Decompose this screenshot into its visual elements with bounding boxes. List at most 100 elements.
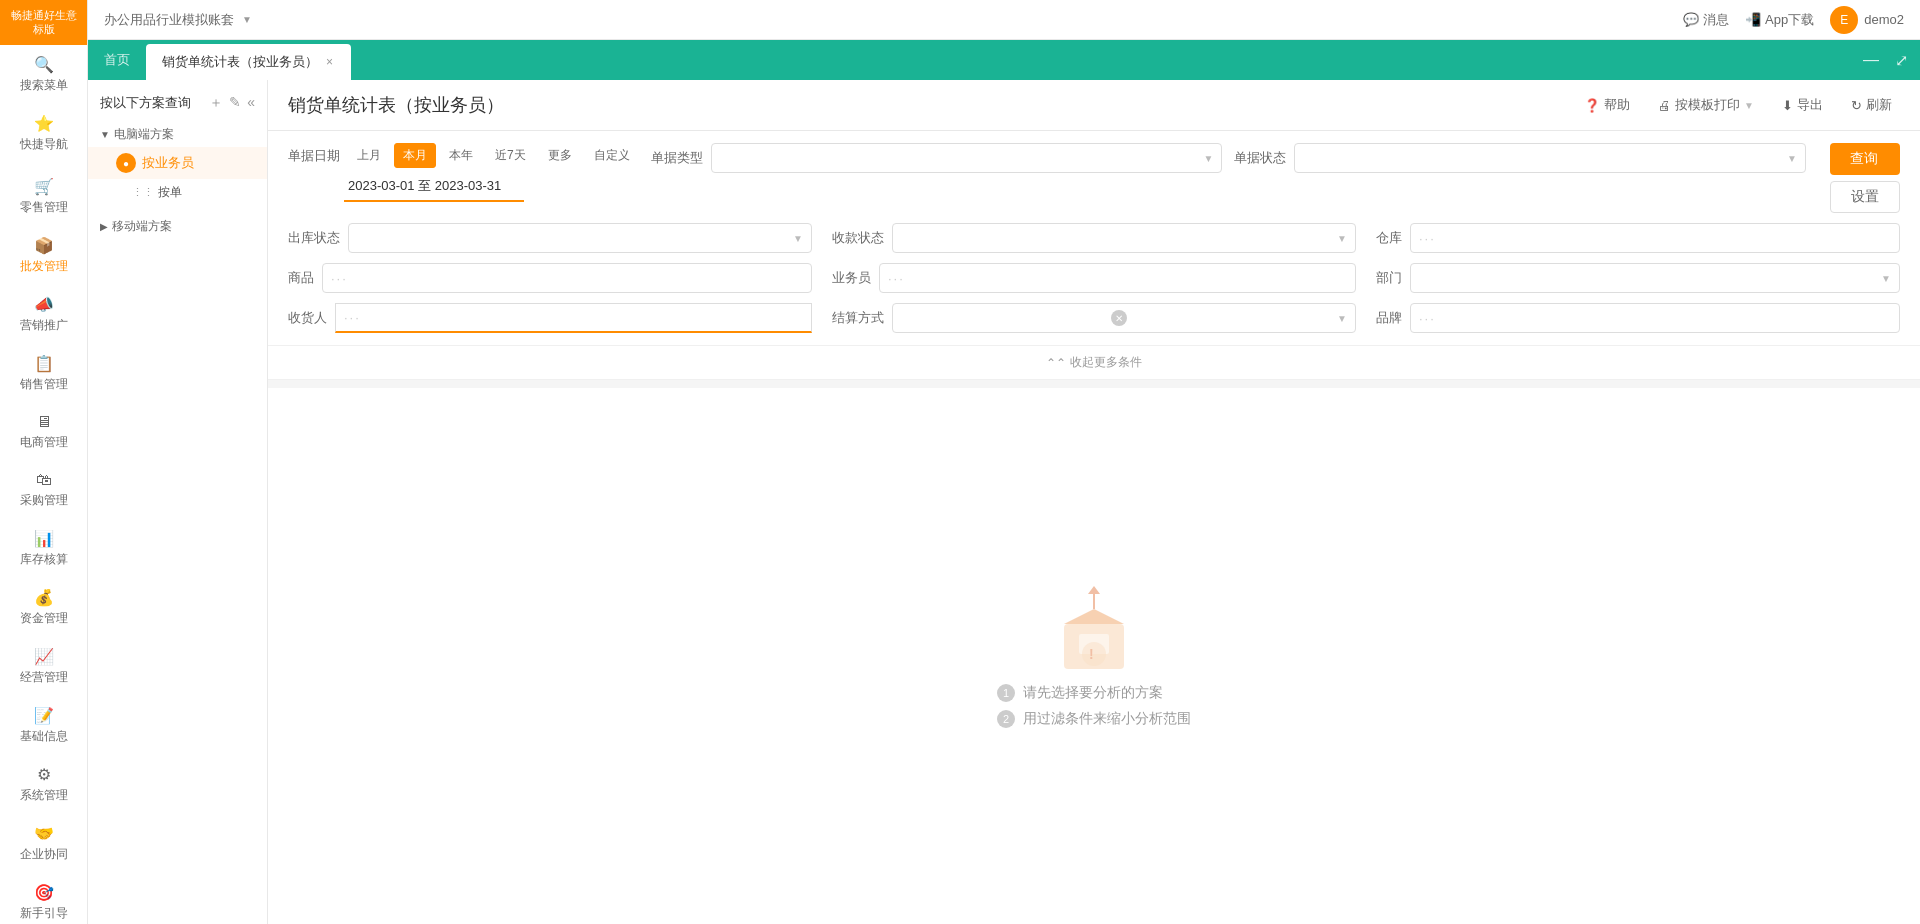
sidebar-item-quicknav[interactable]: ⭐ 快捷导航 [0, 104, 87, 163]
svg-marker-1 [1064, 609, 1124, 624]
panel-header-icons: ＋ ✎ « [209, 94, 255, 112]
app-logo: 畅捷通好生意 标版 [11, 8, 77, 37]
receipt-status-label: 收款状态 [832, 229, 884, 247]
date-tab-this-month[interactable]: 本月 [394, 143, 436, 168]
out-status-select[interactable]: ▼ [348, 223, 812, 253]
page-actions: ❓ 帮助 🖨 按模板打印 ▼ ⬇ 导出 ↻ [1576, 92, 1900, 118]
salesperson-select[interactable]: ··· [879, 263, 1356, 293]
help-btn[interactable]: ❓ 帮助 [1576, 92, 1638, 118]
tabbar-minimize-icon[interactable]: — [1859, 47, 1883, 73]
topbar-left: 办公用品行业模拟账套 ▼ [104, 11, 252, 29]
sidebar-item-label: 电商管理 [20, 434, 68, 451]
sidebar-item-wholesale[interactable]: 📦 批发管理 [0, 226, 87, 285]
collapse-text[interactable]: ⌃⌃ 收起更多条件 [1046, 354, 1142, 371]
sidebar-item-basic[interactable]: 📝 基础信息 [0, 696, 87, 755]
payment-method-select[interactable]: ✕ ▼ [892, 303, 1356, 333]
receiver-input[interactable]: ··· [335, 303, 812, 333]
warehouse-dots: ··· [1419, 231, 1436, 246]
brand-select[interactable]: ··· [1410, 303, 1900, 333]
tree-item-by-salesperson[interactable]: ● 按业务员 [88, 147, 267, 179]
payment-method-cell: 结算方式 ✕ ▼ [832, 303, 1356, 333]
sidebar-item-newbie[interactable]: 🎯 新手引导 [0, 873, 87, 924]
receipt-status-cell: 收款状态 ▼ [832, 223, 1356, 253]
messages-btn[interactable]: 💬 消息 [1683, 11, 1729, 29]
user-area[interactable]: E demo2 [1830, 6, 1904, 34]
tree-group-mobile-header[interactable]: ▶ 移动端方案 [88, 214, 267, 239]
tabbar-right: — ⤢ [1859, 47, 1920, 74]
action-buttons: 查询 设置 [1818, 143, 1900, 213]
panel-header-label: 按以下方案查询 [100, 94, 191, 112]
date-tab-custom[interactable]: 自定义 [585, 143, 639, 168]
sidebar-item-retail[interactable]: 🛒 零售管理 [0, 167, 87, 226]
collapse-panel-icon[interactable]: « [247, 94, 255, 112]
help-icon: ❓ [1584, 98, 1600, 113]
tree-group-desktop-label: 电脑端方案 [114, 126, 174, 143]
receiver-label: 收货人 [288, 309, 327, 327]
doc-status-select[interactable]: ▼ [1294, 143, 1806, 173]
doc-type-select[interactable]: ▼ [711, 143, 1223, 173]
receipt-status-select[interactable]: ▼ [892, 223, 1356, 253]
basic-icon: 📝 [34, 706, 54, 725]
date-tab-last-7[interactable]: 近7天 [486, 143, 535, 168]
date-tab-last-month[interactable]: 上月 [348, 143, 390, 168]
sidebar-item-system[interactable]: ⚙ 系统管理 [0, 755, 87, 814]
filter-area: 单据日期 上月 本月 本年 近7天 更多 自定义 [268, 131, 1920, 380]
settings-button[interactable]: 设置 [1830, 181, 1900, 213]
sidebar-item-purchase[interactable]: 🛍 采购管理 [0, 461, 87, 519]
warehouse-cell: 仓库 ··· [1376, 223, 1900, 253]
inventory-icon: 📊 [34, 529, 54, 548]
sidebar-item-label: 经营管理 [20, 669, 68, 686]
sidebar-item-sales[interactable]: 📋 销售管理 [0, 344, 87, 403]
warehouse-select[interactable]: ··· [1410, 223, 1900, 253]
sidebar-item-label: 快捷导航 [20, 136, 68, 153]
tree-group-desktop-header[interactable]: ▼ 电脑端方案 [88, 122, 267, 147]
payment-method-arrow: ▼ [1337, 313, 1347, 324]
payment-method-clear[interactable]: ✕ [1111, 310, 1127, 326]
sidebar-item-operations[interactable]: 📈 经营管理 [0, 637, 87, 696]
date-range-input[interactable] [344, 172, 524, 202]
receipt-status-arrow: ▼ [1337, 233, 1347, 244]
sidebar-item-search[interactable]: 🔍 搜索菜单 [0, 45, 87, 104]
sub-item-icon: ⋮⋮ [132, 186, 154, 199]
edit-scheme-icon[interactable]: ✎ [229, 94, 241, 112]
query-button[interactable]: 查询 [1830, 143, 1900, 175]
panel-header: 按以下方案查询 ＋ ✎ « [88, 88, 267, 118]
add-scheme-icon[interactable]: ＋ [209, 94, 223, 112]
tab-home[interactable]: 首页 [88, 40, 146, 80]
tab-active[interactable]: 销货单统计表（按业务员） × [146, 44, 351, 80]
sidebar-item-finance[interactable]: 💰 资金管理 [0, 578, 87, 637]
tab-close-icon[interactable]: × [324, 53, 335, 71]
salesperson-cell: 业务员 ··· [832, 263, 1356, 293]
sidebar-item-marketing[interactable]: 📣 营销推广 [0, 285, 87, 344]
product-dots: ··· [331, 271, 348, 286]
doc-type-arrow: ▼ [1203, 153, 1213, 164]
tab-active-label: 销货单统计表（按业务员） [162, 53, 318, 71]
topbar-dropdown-arrow[interactable]: ▼ [242, 14, 252, 25]
topbar-right: 💬 消息 📲 App下载 E demo2 [1683, 6, 1904, 34]
purchase-icon: 🛍 [36, 471, 52, 489]
doc-status-arrow: ▼ [1787, 153, 1797, 164]
date-filter-label: 单据日期 [288, 147, 340, 165]
app-download-btn[interactable]: 📲 App下载 [1745, 11, 1814, 29]
sidebar-item-enterprise[interactable]: 🤝 企业协同 [0, 814, 87, 873]
collapse-filters-btn[interactable]: ⌃⌃ 收起更多条件 [268, 345, 1920, 379]
sales-icon: 📋 [34, 354, 54, 373]
product-select[interactable]: ··· [322, 263, 812, 293]
print-btn[interactable]: 🖨 按模板打印 ▼ [1650, 92, 1762, 118]
salesperson-label: 业务员 [832, 269, 871, 287]
filter-row-1: 单据日期 上月 本月 本年 近7天 更多 自定义 [288, 143, 1900, 213]
sidebar-item-label: 零售管理 [20, 199, 68, 216]
department-select[interactable]: ▼ [1410, 263, 1900, 293]
tabbar-maximize-icon[interactable]: ⤢ [1891, 47, 1912, 74]
sidebar-item-ecom[interactable]: 🖥 电商管理 [0, 403, 87, 461]
hint-2-num: 2 [997, 710, 1015, 728]
retail-icon: 🛒 [34, 177, 54, 196]
sidebar-item-inventory[interactable]: 📊 库存核算 [0, 519, 87, 578]
tree-sub-item-by-order[interactable]: ⋮⋮ 按单 [88, 179, 267, 206]
tree-group-mobile-label: 移动端方案 [112, 218, 172, 235]
date-tab-more[interactable]: 更多 [539, 143, 581, 168]
export-btn[interactable]: ⬇ 导出 [1774, 92, 1831, 118]
date-tab-this-year[interactable]: 本年 [440, 143, 482, 168]
filter-row-2: 出库状态 ▼ 收款状态 ▼ [288, 223, 1900, 253]
refresh-btn[interactable]: ↻ 刷新 [1843, 92, 1900, 118]
